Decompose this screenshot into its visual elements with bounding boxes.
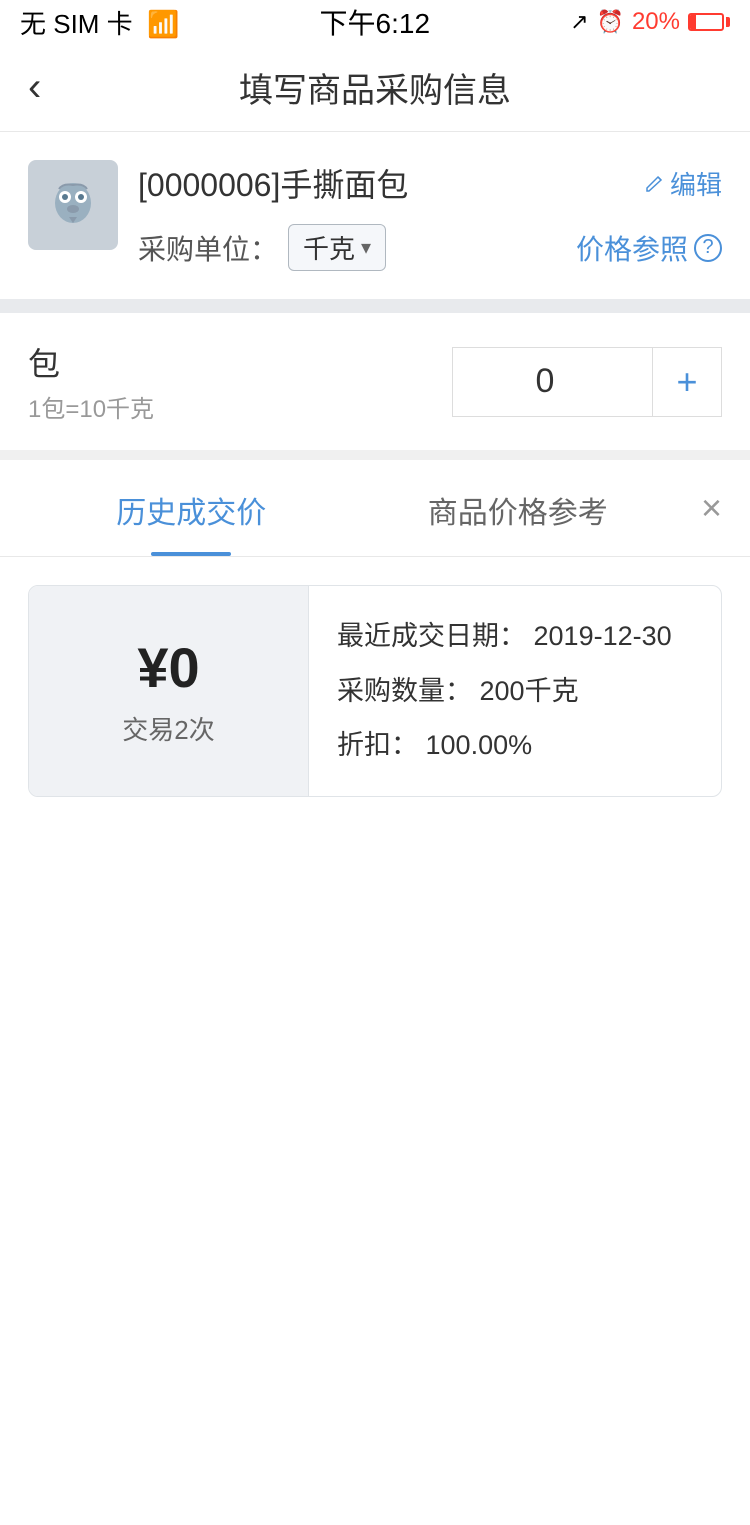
back-button[interactable]: ‹ (28, 65, 41, 110)
recent-date-row: 最近成交日期： 2019-12-30 (337, 616, 693, 657)
price-right-panel: 最近成交日期： 2019-12-30 采购数量： 200千克 折扣： 100.0… (309, 586, 721, 796)
edit-button[interactable]: 编辑 (644, 165, 722, 202)
tab-history-price[interactable]: 历史成交价 (28, 460, 354, 556)
status-time: 下午6:12 (320, 2, 431, 42)
tabs-section: 历史成交价 商品价格参考 × ¥0 交易2次 最近成交日期： 2019-12-3… (0, 460, 750, 825)
quantity-conversion: 1包=10千克 (28, 389, 154, 424)
price-card: ¥0 交易2次 最近成交日期： 2019-12-30 采购数量： 200千克 折… (28, 585, 722, 797)
price-ref-button[interactable]: 价格参照 ? (576, 228, 722, 268)
tabs-header: 历史成交价 商品价格参考 × (0, 460, 750, 557)
status-bar: 无 SIM 卡 📶 下午6:12 ↗ ⏰ 20% (0, 0, 750, 44)
alarm-icon: ⏰ (597, 9, 624, 35)
recent-date-label: 最近成交日期： (337, 621, 526, 651)
unit-label: 采购单位： (138, 228, 278, 268)
dropdown-arrow-icon: ▾ (361, 235, 371, 260)
price-trades: 交易2次 (122, 710, 214, 747)
price-amount: ¥0 (137, 635, 199, 700)
purchase-qty-label: 采购数量： (337, 676, 472, 706)
price-left-panel: ¥0 交易2次 (29, 586, 309, 796)
edit-icon (644, 172, 666, 194)
unit-row: 采购单位： 千克 ▾ 价格参照 ? (138, 224, 722, 271)
discount-label: 折扣： (337, 730, 418, 760)
product-name-row: [0000006]手撕面包 编辑 (138, 160, 722, 206)
product-card: [0000006]手撕面包 编辑 采购单位： 千克 ▾ 价格参照 ? (0, 132, 750, 299)
purchase-qty-row: 采购数量： 200千克 (337, 671, 693, 712)
quantity-label-block: 包 1包=10千克 (28, 339, 154, 424)
battery-percent: 20% (632, 8, 680, 36)
quantity-row: 包 1包=10千克 + (0, 313, 750, 450)
quantity-plus-button[interactable]: + (652, 347, 722, 417)
status-signal: 无 SIM 卡 📶 (20, 4, 180, 41)
status-indicators: ↗ ⏰ 20% (570, 8, 730, 36)
location-icon: ↗ (570, 9, 588, 35)
page-title: 填写商品采购信息 (239, 63, 511, 112)
recent-date-value: 2019-12-30 (534, 621, 672, 651)
product-info: [0000006]手撕面包 编辑 采购单位： 千克 ▾ 价格参照 ? (138, 160, 722, 271)
nav-header: ‹ 填写商品采购信息 (0, 44, 750, 132)
unit-select[interactable]: 千克 ▾ (288, 224, 386, 271)
quantity-input[interactable] (452, 347, 652, 417)
quantity-input-block: + (452, 347, 722, 417)
tab-product-price-ref[interactable]: 商品价格参考 (354, 460, 680, 556)
section-divider (0, 299, 750, 313)
product-thumb-icon (43, 171, 103, 240)
tab-close-button[interactable]: × (681, 467, 722, 549)
empty-area (0, 825, 750, 1525)
discount-value: 100.00% (426, 730, 533, 760)
purchase-qty-value: 200千克 (480, 676, 579, 706)
battery-icon (688, 13, 730, 31)
quantity-unit: 包 (28, 339, 154, 385)
product-thumbnail (28, 160, 118, 250)
history-price-content: ¥0 交易2次 最近成交日期： 2019-12-30 采购数量： 200千克 折… (0, 557, 750, 825)
discount-row: 折扣： 100.00% (337, 725, 693, 766)
help-icon: ? (694, 234, 722, 262)
product-name: [0000006]手撕面包 (138, 160, 408, 206)
